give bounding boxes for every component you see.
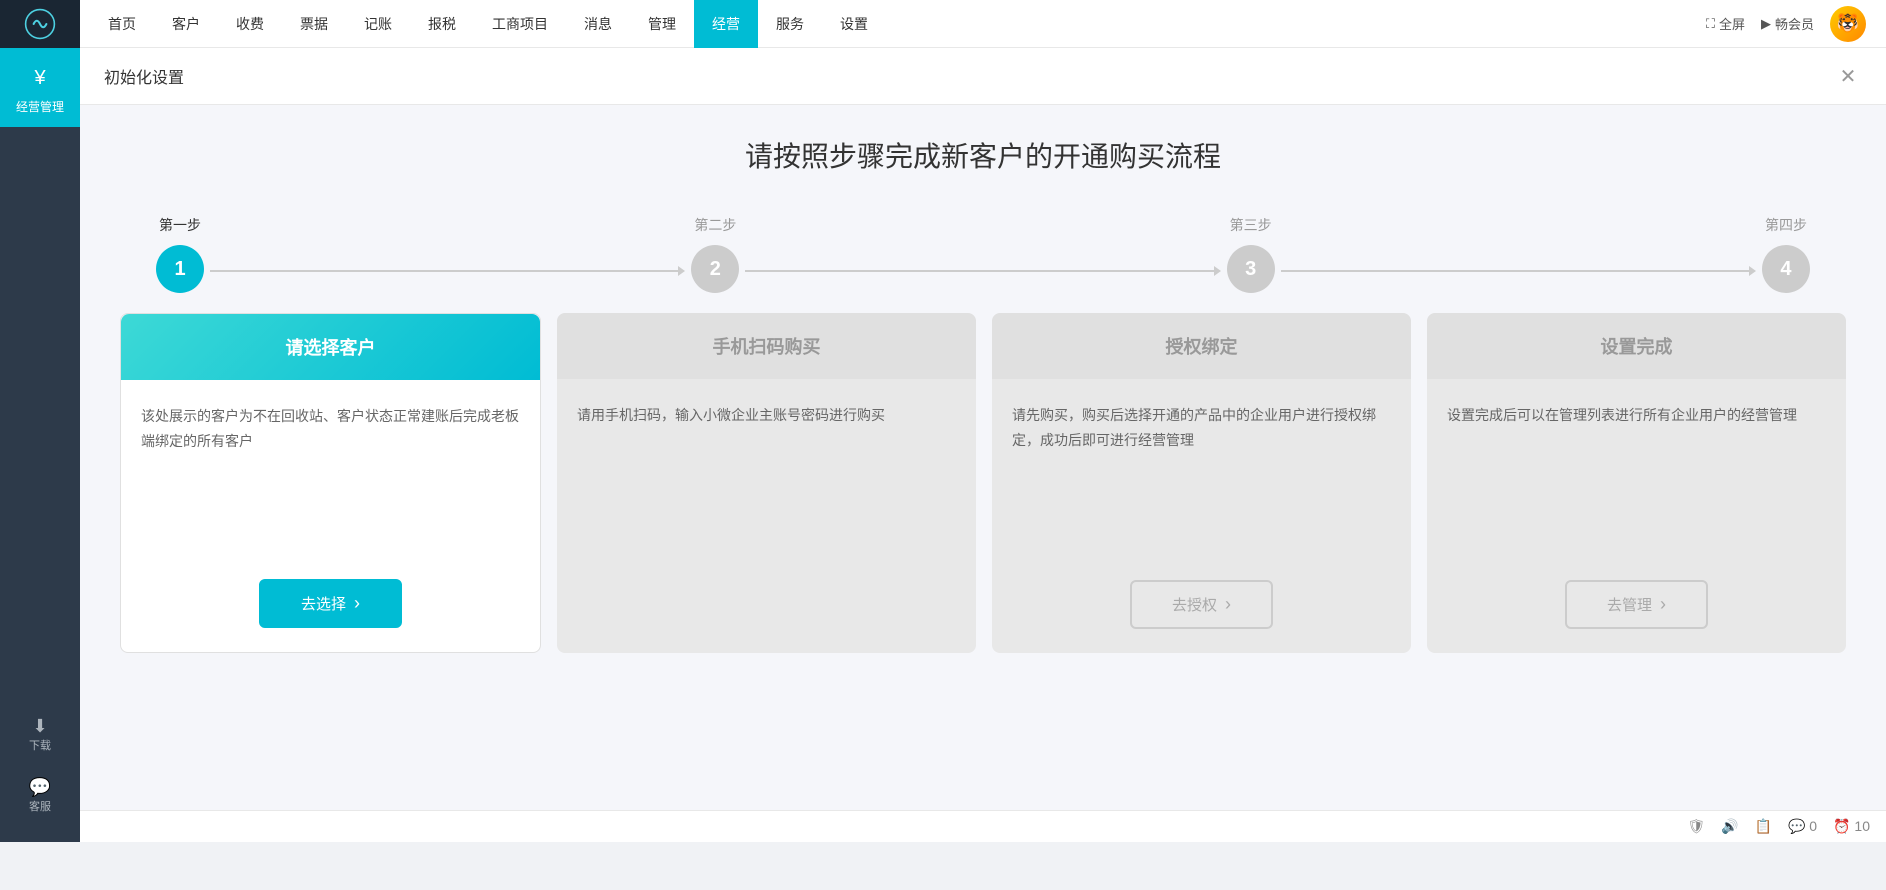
nav-fees[interactable]: 收费 [218,0,282,48]
fullscreen-label: 全屏 [1719,14,1745,33]
sidebar-item-management[interactable]: ¥ 经营管理 [0,48,80,127]
card-4-footer: 去管理 › [1427,580,1846,653]
vip-btn[interactable]: ▶ 畅会员 [1761,14,1814,33]
setup-main-title: 请按照步骤完成新客户的开通购买流程 [120,135,1846,175]
support-label: 客服 [29,798,51,814]
support-icon: 💬 [29,777,51,798]
page-title: 初始化设置 [104,64,184,88]
arrow-1 [678,266,685,276]
top-nav: 首页 客户 收费 票据 记账 报税 工商项目 消息 管理 经营 服务 设置 ⛶ … [0,0,1886,48]
nav-settings[interactable]: 设置 [822,0,886,48]
card-3: 授权绑定 请先购买，购买后选择开通的产品中的企业用户进行授权绑定，成功后即可进行… [992,313,1411,653]
card-1: 请选择客户 该处展示的客户为不在回收站、客户状态正常建账后完成老板端绑定的所有客… [120,313,541,653]
page-header: 初始化设置 ✕ [80,48,1886,105]
card-1-btn[interactable]: 去选择 › [259,579,402,628]
fullscreen-btn[interactable]: ⛶ 全屏 [1706,14,1745,33]
avatar[interactable]: 🐯 [1830,6,1866,42]
step-2-label: 第二步 [685,215,745,235]
card-3-body: 请先购买，购买后选择开通的产品中的企业用户进行授权绑定，成功后即可进行经营管理 [992,379,1411,580]
nav-service[interactable]: 服务 [758,0,822,48]
sidebar-item-label: 经营管理 [16,98,64,115]
sidebar-bottom: ⬇ 下载 💬 客服 [0,708,80,842]
setup-content: 请按照步骤完成新客户的开通购买流程 第一步 1 第二步 2 [80,105,1886,673]
line-1 [210,270,678,272]
clipboard-icon: 📋 [1755,818,1772,835]
status-bar: ▶ 完成 🛡 🔊 📋 💬 0 ⏰ 10 [0,810,1886,842]
card-3-btn[interactable]: 去授权 › [1130,580,1273,629]
step-1-circle: 1 [156,245,204,293]
connector-1-2 [210,232,685,276]
connector-3-4 [1281,232,1756,276]
sidebar: ¥ 经营管理 ⬇ 下载 💬 客服 [0,0,80,842]
card-3-btn-label: 去授权 [1172,594,1217,615]
card-2-footer [557,629,976,653]
card-4-header: 设置完成 [1427,313,1846,379]
arrow-3 [1749,266,1756,276]
volume-icon: 🔊 [1721,818,1738,835]
clock-icon: ⏰ 10 [1833,818,1870,835]
step-2: 第二步 2 [685,215,745,293]
step-4-circle: 4 [1762,245,1810,293]
card-2-header: 手机扫码购买 [557,313,976,379]
download-label: 下载 [29,737,51,753]
card-1-btn-label: 去选择 [301,593,346,614]
step-3: 第三步 3 [1221,215,1281,293]
management-icon: ¥ [22,60,58,96]
fullscreen-icon: ⛶ [1706,16,1715,32]
message-count: 💬 0 [1788,818,1817,835]
arrow-2 [1214,266,1221,276]
close-button[interactable]: ✕ [1834,62,1862,90]
card-2: 手机扫码购买 请用手机扫码，输入小微企业主账号密码进行购买 [557,313,976,653]
card-4-btn-arrow: › [1660,594,1666,615]
card-4: 设置完成 设置完成后可以在管理列表进行所有企业用户的经营管理 去管理 › [1427,313,1846,653]
sidebar-download[interactable]: ⬇ 下载 [0,708,80,761]
step-1: 第一步 1 [150,215,210,293]
vip-label: 畅会员 [1775,14,1814,33]
steps-visual: 第一步 1 第二步 2 第三步 3 [120,215,1846,293]
status-bar-right: 🛡 🔊 📋 💬 0 ⏰ 10 [1687,818,1870,835]
sidebar-support[interactable]: 💬 客服 [0,769,80,822]
nav-home[interactable]: 首页 [90,0,154,48]
line-2 [745,270,1213,272]
card-1-body: 该处展示的客户为不在回收站、客户状态正常建账后完成老板端绑定的所有客户 [121,380,540,579]
play-icon: ▶ [1761,16,1771,32]
nav-customers[interactable]: 客户 [154,0,218,48]
cards-row: 请选择客户 该处展示的客户为不在回收站、客户状态正常建账后完成老板端绑定的所有客… [120,313,1846,653]
card-4-btn-label: 去管理 [1607,594,1652,615]
top-nav-right: ⛶ 全屏 ▶ 畅会员 🐯 [1706,6,1886,42]
connector-2-3 [745,232,1220,276]
nav-manage[interactable]: 管理 [630,0,694,48]
nav-accounting[interactable]: 记账 [346,0,410,48]
step-3-circle: 3 [1227,245,1275,293]
step-4: 第四步 4 [1756,215,1816,293]
card-1-btn-arrow: › [354,593,360,614]
card-3-btn-arrow: › [1225,594,1231,615]
shield-icon: 🛡 [1687,818,1705,835]
nav-operations[interactable]: 经营 [694,0,758,48]
nav-business[interactable]: 工商项目 [474,0,566,48]
step-1-label: 第一步 [150,215,210,235]
card-4-body: 设置完成后可以在管理列表进行所有企业用户的经营管理 [1427,379,1846,580]
nav-invoices[interactable]: 票据 [282,0,346,48]
main-content: 初始化设置 ✕ 请按照步骤完成新客户的开通购买流程 第一步 1 第二步 2 [80,48,1886,810]
step-2-circle: 2 [691,245,739,293]
step-4-label: 第四步 [1756,215,1816,235]
line-3 [1281,270,1749,272]
nav-messages[interactable]: 消息 [566,0,630,48]
card-4-btn[interactable]: 去管理 › [1565,580,1708,629]
card-3-header: 授权绑定 [992,313,1411,379]
avatar-icon: 🐯 [1837,13,1859,34]
nav-tax[interactable]: 报税 [410,0,474,48]
step-3-label: 第三步 [1221,215,1281,235]
card-3-footer: 去授权 › [992,580,1411,653]
card-1-footer: 去选择 › [121,579,540,652]
card-1-header: 请选择客户 [121,314,540,380]
card-2-body: 请用手机扫码，输入小微企业主账号密码进行购买 [557,379,976,629]
sidebar-logo [0,0,80,48]
download-icon: ⬇ [32,716,47,737]
